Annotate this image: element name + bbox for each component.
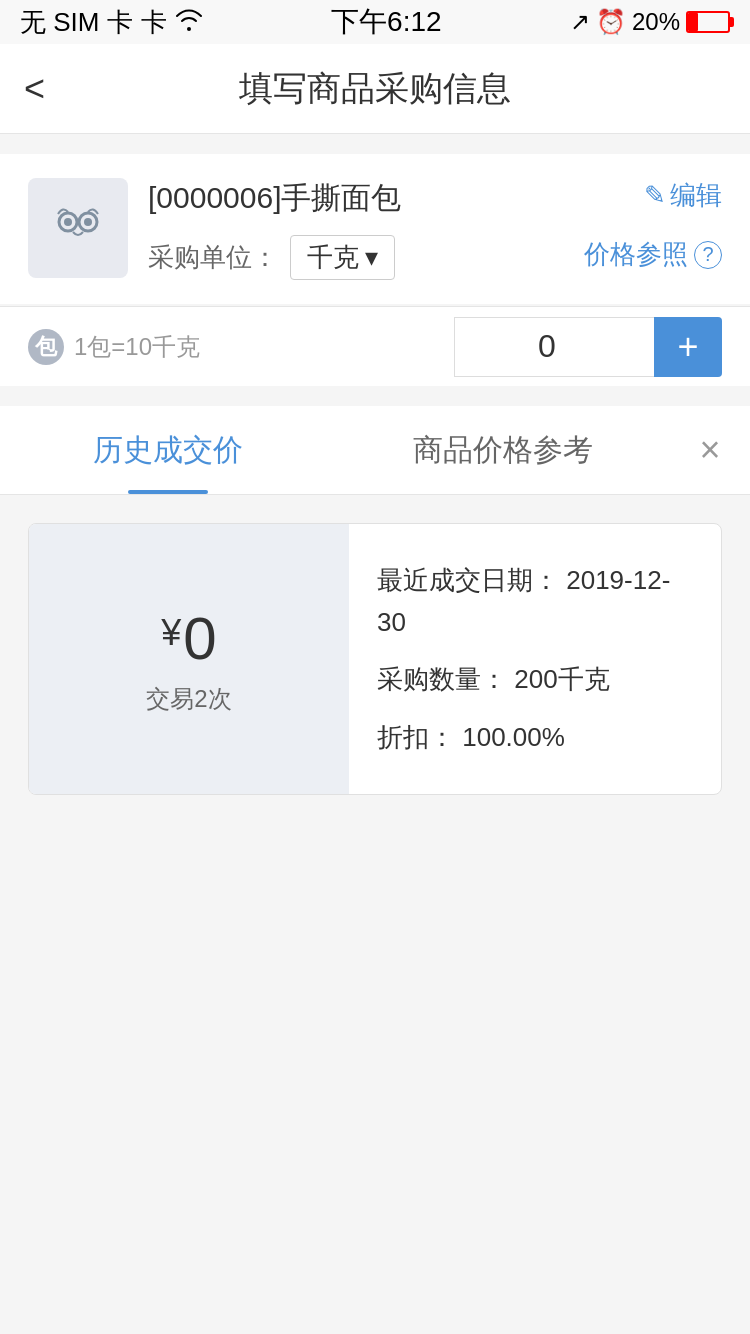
recent-date-label: 最近成交日期： [377,565,559,595]
qty-label: 包 1包=10千克 [28,329,200,365]
product-logo-icon [48,194,108,263]
qty-plus-button[interactable]: + [654,317,722,377]
history-price: ¥ 0 [161,604,216,673]
edit-label: 编辑 [670,178,722,213]
sim-icon: 卡 [141,5,167,40]
help-icon: ? [694,241,722,269]
product-thumbnail [28,178,128,278]
alarm-icon: ⏰ [596,8,626,36]
unit-value: 千克 [307,240,359,275]
main-content: ¥ 0 交易2次 最近成交日期： 2019-12-30 采购数量： 200千克 … [0,523,750,1323]
nav-title: 填写商品采购信息 [239,66,511,112]
price-symbol: ¥ [161,612,181,654]
product-card: [0000006]手撕面包 采购单位： 千克 ▾ ✎ 编辑 价格参照 ? [0,154,750,304]
discount-value: 100.00% [462,722,565,752]
unit-label: 采购单位： [148,240,278,275]
edit-button[interactable]: ✎ 编辑 [644,178,722,213]
qty-controls: + [454,317,722,377]
package-ratio: 1包=10千克 [74,331,200,363]
edit-icon: ✎ [644,180,666,211]
status-time: 下午6:12 [331,3,442,41]
nav-bar: < 填写商品采购信息 [0,44,750,134]
close-icon: × [699,429,720,471]
wifi-icon [175,7,203,38]
recent-date-row: 最近成交日期： 2019-12-30 [377,560,693,643]
product-info: [0000006]手撕面包 采购单位： 千克 ▾ [148,178,401,280]
discount-label: 折扣： [377,722,455,752]
location-icon: ↗ [570,8,590,36]
svg-point-2 [64,218,72,226]
product-name: [0000006]手撕面包 [148,178,401,219]
battery-icon [686,11,730,33]
product-left: [0000006]手撕面包 采购单位： 千克 ▾ [28,178,401,280]
package-label: 包 [35,332,57,362]
purchase-qty-row: 采购数量： 200千克 [377,659,693,701]
history-card-left: ¥ 0 交易2次 [29,524,349,794]
price-value: 0 [183,604,216,673]
product-unit-row: 采购单位： 千克 ▾ [148,235,401,280]
dropdown-icon: ▾ [365,242,378,273]
tab-bar: 历史成交价 商品价格参考 × [0,406,750,495]
status-carrier: 无 SIM 卡 卡 [20,5,203,40]
package-badge: 包 [28,329,64,365]
discount-row: 折扣： 100.00% [377,717,693,759]
back-button[interactable]: < [24,68,45,110]
purchase-qty-value: 200千克 [514,664,609,694]
price-ref-button[interactable]: 价格参照 ? [584,237,722,272]
purchase-qty-label: 采购数量： [377,664,507,694]
carrier-text: 无 SIM 卡 [20,5,133,40]
price-ref-label: 价格参照 [584,237,688,272]
history-card: ¥ 0 交易2次 最近成交日期： 2019-12-30 采购数量： 200千克 … [28,523,722,795]
svg-point-3 [84,218,92,226]
status-bar: 无 SIM 卡 卡 下午6:12 ↗ ⏰ 20% [0,0,750,44]
tab-history[interactable]: 历史成交价 [0,406,335,494]
product-header: [0000006]手撕面包 采购单位： 千克 ▾ ✎ 编辑 价格参照 ? [28,178,722,280]
history-transactions: 交易2次 [146,683,231,715]
unit-select[interactable]: 千克 ▾ [290,235,395,280]
tab-history-label: 历史成交价 [93,430,243,471]
qty-input[interactable] [454,317,654,377]
battery-percent: 20% [632,8,680,36]
history-card-right: 最近成交日期： 2019-12-30 采购数量： 200千克 折扣： 100.0… [349,524,721,794]
tab-price-ref[interactable]: 商品价格参考 [335,406,670,494]
quantity-row: 包 1包=10千克 + [0,306,750,386]
product-actions: ✎ 编辑 价格参照 ? [584,178,722,272]
tab-price-ref-label: 商品价格参考 [413,430,593,471]
status-indicators: ↗ ⏰ 20% [570,8,730,36]
tab-close-button[interactable]: × [670,406,750,494]
